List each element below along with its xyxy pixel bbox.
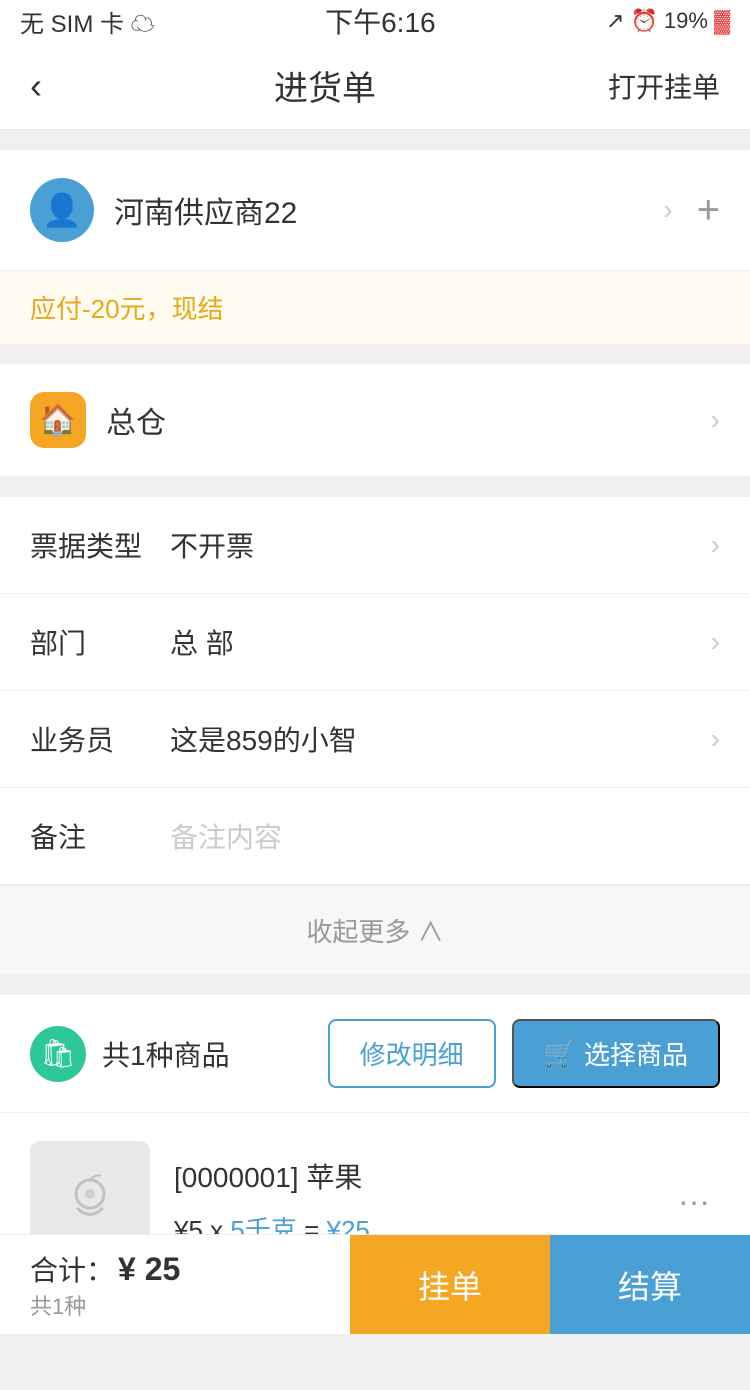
supplier-actions: › + [663, 190, 720, 230]
product-more-button[interactable]: ··· [668, 1173, 720, 1230]
warehouse-icon-wrap: 🏠 [30, 392, 86, 448]
divider-2 [0, 477, 750, 497]
open-hang-button[interactable]: 打开挂单 [608, 66, 720, 106]
salesperson-value: 这是859的小智 [170, 719, 701, 759]
notice-text: 应付-20元，现结 [30, 294, 224, 324]
status-left: 无 SIM 卡 ☁ [20, 4, 155, 39]
add-supplier-button[interactable]: + [697, 190, 720, 230]
warehouse-name: 总仓 [106, 398, 711, 442]
total-amount: ¥ 25 [118, 1251, 180, 1288]
avatar-icon: 👤 [42, 191, 82, 229]
edit-detail-button[interactable]: 修改明细 [328, 1019, 496, 1088]
salesperson-chevron-icon: › [711, 723, 720, 755]
goods-buttons: 修改明细 🛒 选择商品 [328, 1019, 720, 1088]
top-divider [0, 130, 750, 150]
salesperson-label: 业务员 [30, 719, 170, 759]
battery-level: 19% [664, 8, 708, 34]
supplier-name: 河南供应商22 [114, 188, 663, 232]
select-goods-icon: 🛒 [544, 1038, 576, 1069]
product-name: [0000001] 苹果 [174, 1156, 668, 1196]
supplier-avatar: 👤 [30, 178, 94, 242]
ticket-type-value: 不开票 [170, 525, 701, 565]
status-time: 下午6:16 [325, 1, 436, 41]
warehouse-icon: 🏠 [39, 403, 76, 438]
product-thumb-icon [55, 1166, 125, 1236]
product-info: [0000001] 苹果 ¥5 x 5千克 = ¥25 [174, 1156, 668, 1247]
ticket-type-label: 票据类型 [30, 525, 170, 565]
nav-bar: ‹ 进货单 打开挂单 [0, 42, 750, 130]
total-section: 合计： ¥ 25 共1种 [0, 1235, 350, 1334]
department-value: 总 部 [170, 622, 701, 662]
checkout-button[interactable]: 结算 [550, 1235, 750, 1334]
goods-header: 🛍 共1种商品 修改明细 🛒 选择商品 [0, 995, 750, 1113]
salesperson-row[interactable]: 业务员 这是859的小智 › [0, 691, 750, 788]
department-label: 部门 [30, 622, 170, 662]
ticket-type-chevron-icon: › [711, 529, 720, 561]
status-bar: 无 SIM 卡 ☁ 下午6:16 ↗ ⏰ 19% ▓ [0, 0, 750, 42]
total-sub: 共1种 [30, 1289, 320, 1321]
remark-row[interactable]: 备注 备注内容 [0, 788, 750, 885]
select-goods-label: 选择商品 [584, 1035, 688, 1072]
alarm-icon: ⏰ [630, 8, 657, 34]
divider-3 [0, 975, 750, 995]
battery-icon: ▓ [714, 8, 730, 34]
hang-button[interactable]: 挂单 [350, 1235, 550, 1334]
warehouse-chevron-icon: › [711, 404, 720, 436]
total-label: 合计： [30, 1249, 114, 1289]
form-card: 票据类型 不开票 › 部门 总 部 › 业务员 这是859的小智 › 备注 备注… [0, 497, 750, 885]
hang-label: 挂单 [418, 1262, 482, 1308]
department-chevron-icon: › [711, 626, 720, 658]
supplier-card: 👤 河南供应商22 › + 应付-20元，现结 [0, 150, 750, 344]
warehouse-row[interactable]: 🏠 总仓 › [0, 364, 750, 477]
back-button[interactable]: ‹ [30, 65, 42, 107]
notice-bar: 应付-20元，现结 [0, 271, 750, 344]
location-icon: ↗ [606, 8, 624, 34]
checkout-label: 结算 [618, 1262, 682, 1308]
bottom-bar: 合计： ¥ 25 共1种 挂单 结算 [0, 1234, 750, 1334]
warehouse-card: 🏠 总仓 › [0, 364, 750, 477]
status-right: ↗ ⏰ 19% ▓ [606, 8, 730, 34]
goods-bag-icon: 🛍 [40, 1037, 76, 1070]
remark-label: 备注 [30, 816, 170, 856]
divider-1 [0, 344, 750, 364]
collapse-bar[interactable]: 收起更多 ∧ [0, 885, 750, 975]
sim-status: 无 SIM 卡 ☁ [20, 4, 155, 39]
supplier-chevron-icon: › [663, 194, 672, 226]
collapse-label: 收起更多 ∧ [306, 917, 443, 947]
ticket-type-row[interactable]: 票据类型 不开票 › [0, 497, 750, 594]
supplier-row[interactable]: 👤 河南供应商22 › + [0, 150, 750, 271]
remark-input[interactable]: 备注内容 [170, 816, 720, 856]
select-goods-button[interactable]: 🛒 选择商品 [512, 1019, 720, 1088]
department-row[interactable]: 部门 总 部 › [0, 594, 750, 691]
goods-count-label: 共1种商品 [102, 1034, 328, 1074]
page-title: 进货单 [274, 61, 376, 110]
goods-icon: 🛍 [30, 1026, 86, 1082]
